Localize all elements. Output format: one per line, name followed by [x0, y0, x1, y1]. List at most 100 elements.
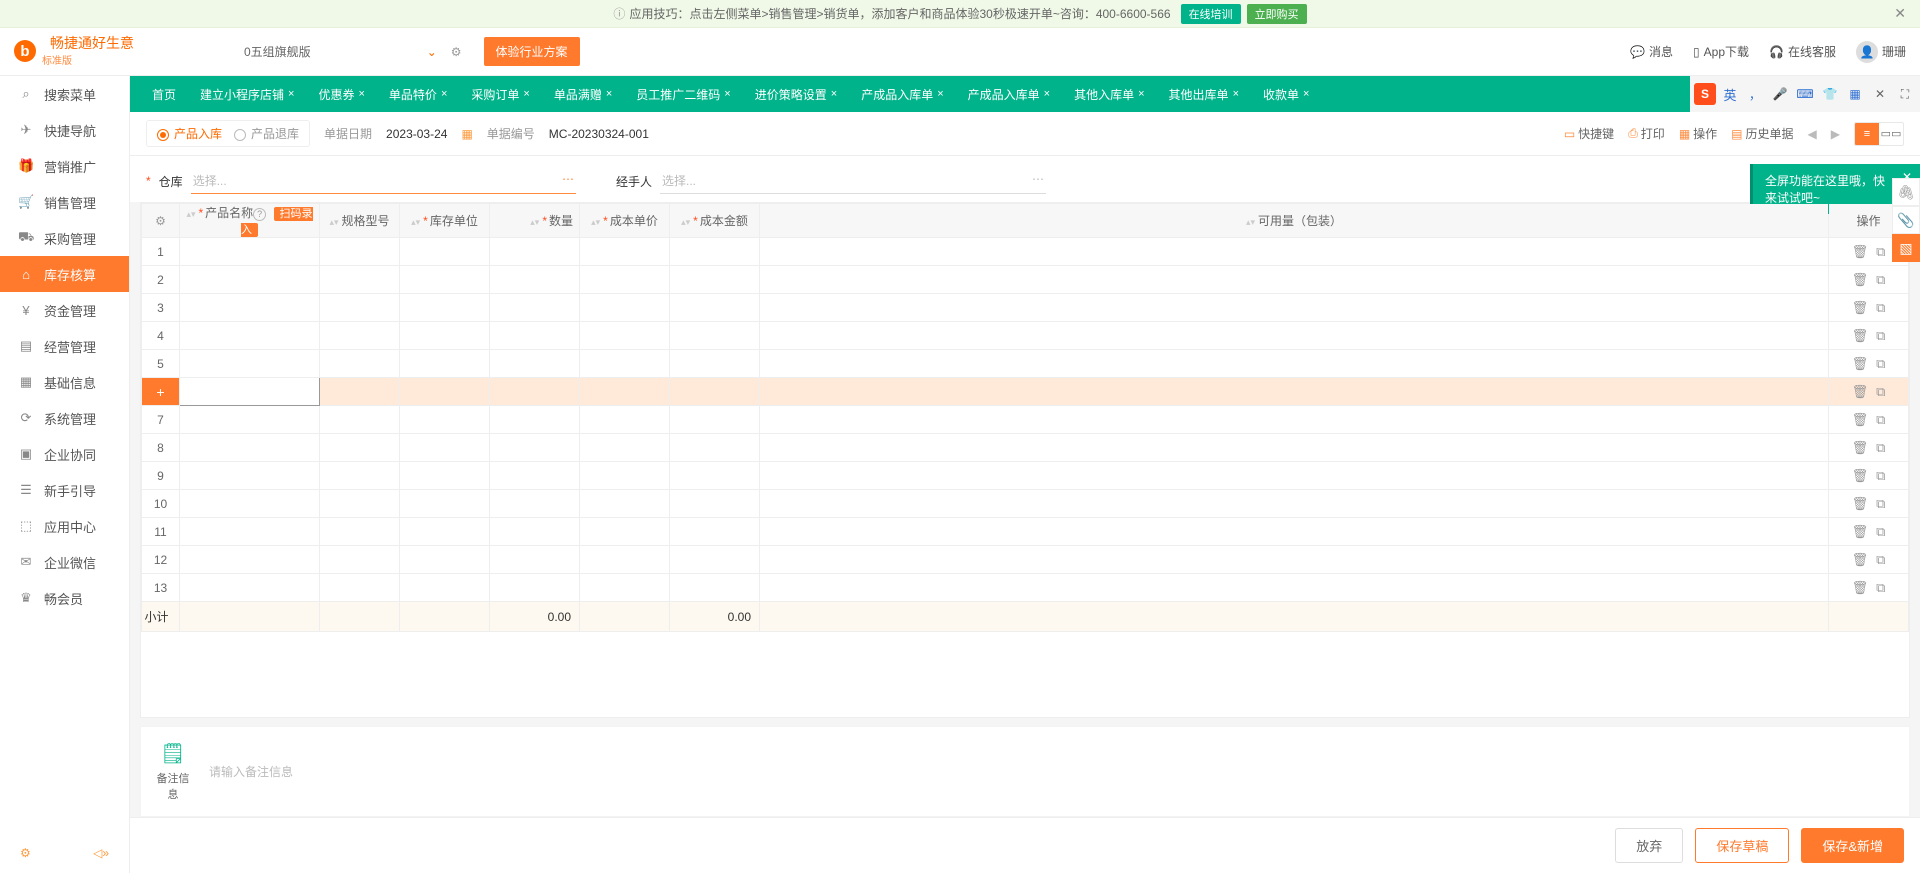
col-unit[interactable]: 库存单位 [430, 214, 478, 228]
ime-close-icon[interactable]: ✕ [1869, 83, 1891, 105]
tool-history[interactable]: ▤历史单据 [1731, 125, 1793, 142]
tab-close-icon[interactable]: × [724, 88, 730, 100]
radio-product-out[interactable]: 产品退库 [234, 125, 299, 142]
sidebar-item-4[interactable]: ⛟采购管理 [0, 220, 129, 256]
tab-close-icon[interactable]: × [1138, 88, 1144, 100]
tab-close-icon[interactable]: × [1044, 88, 1050, 100]
header-msg[interactable]: 💬消息 [1630, 43, 1673, 60]
delete-icon[interactable]: 🗑 [1852, 412, 1869, 427]
tab-close-icon[interactable]: × [523, 88, 529, 100]
nav-tab-1[interactable]: 建立小程序店铺× [188, 76, 306, 112]
tab-close-icon[interactable]: × [358, 88, 364, 100]
banner-close-icon[interactable]: ✕ [1894, 5, 1906, 22]
nav-tab-3[interactable]: 单品特价× [377, 76, 459, 112]
gear-icon[interactable]: ⚙ [451, 45, 462, 59]
table-row[interactable]: +🗑⧉ [142, 378, 1909, 406]
tool-ops[interactable]: ▦操作 [1679, 125, 1717, 142]
table-row[interactable]: 2🗑⧉ [142, 266, 1909, 294]
delete-icon[interactable]: 🗑 [1852, 272, 1869, 287]
delete-icon[interactable]: 🗑 [1852, 300, 1869, 315]
delete-icon[interactable]: 🗑 [1852, 552, 1869, 567]
table-row[interactable]: 8🗑⧉ [142, 434, 1909, 462]
header-service[interactable]: 🎧在线客服 [1769, 43, 1836, 60]
table-row[interactable]: 1🗑⧉ [142, 238, 1909, 266]
ime-expand-icon[interactable]: ⛶ [1894, 83, 1916, 105]
copy-icon[interactable]: ⧉ [1876, 552, 1885, 567]
gear-icon[interactable]: ⚙ [155, 214, 166, 228]
tab-close-icon[interactable]: × [288, 88, 294, 100]
table-row[interactable]: 7🗑⧉ [142, 406, 1909, 434]
col-product[interactable]: 产品名称 [205, 206, 253, 220]
add-row-icon[interactable]: + [152, 383, 170, 401]
tool-hotkey[interactable]: ▭快捷键 [1564, 125, 1614, 142]
float-image-icon[interactable]: ▧ [1892, 234, 1920, 262]
copy-icon[interactable]: ⧉ [1876, 272, 1885, 287]
sidebar-item-13[interactable]: ✉企业微信 [0, 544, 129, 580]
copy-icon[interactable]: ⧉ [1876, 580, 1885, 595]
nav-tab-11[interactable]: 其他出库单× [1157, 76, 1251, 112]
float-attach-icon[interactable]: 📎 [1892, 206, 1920, 234]
btn-training[interactable]: 在线培训 [1181, 4, 1241, 24]
sidebar-item-8[interactable]: ▦基础信息 [0, 364, 129, 400]
delete-icon[interactable]: 🗑 [1852, 356, 1869, 371]
sidebar-item-7[interactable]: ▤经营管理 [0, 328, 129, 364]
copy-icon[interactable]: ⧉ [1876, 356, 1885, 371]
sidebar-item-11[interactable]: ☰新手引导 [0, 472, 129, 508]
help-icon[interactable]: ? [253, 208, 266, 221]
table-row[interactable]: 12🗑⧉ [142, 546, 1909, 574]
lookup-icon[interactable]: ⋯ [1032, 172, 1044, 189]
ime-lang[interactable]: 英 [1719, 83, 1741, 105]
handler-input[interactable]: 选择... ⋯ [660, 168, 1046, 194]
date-value[interactable]: 2023-03-24 [386, 127, 447, 141]
copy-icon[interactable]: ⧉ [1876, 328, 1885, 343]
sidebar-item-10[interactable]: ▣企业协同 [0, 436, 129, 472]
btn-buy[interactable]: 立即购买 [1247, 4, 1307, 24]
sidebar-item-3[interactable]: 🛒销售管理 [0, 184, 129, 220]
ime-comma-icon[interactable]: ， [1744, 83, 1766, 105]
sidebar-item-1[interactable]: ✈快捷导航 [0, 112, 129, 148]
btn-discard[interactable]: 放弃 [1615, 828, 1683, 863]
table-row[interactable]: 4🗑⧉ [142, 322, 1909, 350]
copy-icon[interactable]: ⧉ [1876, 440, 1885, 455]
tab-close-icon[interactable]: × [441, 88, 447, 100]
next-icon[interactable]: ▶ [1831, 127, 1840, 141]
sogou-icon[interactable]: S [1694, 83, 1716, 105]
nav-tab-2[interactable]: 优惠券× [306, 76, 376, 112]
col-qty[interactable]: 数量 [549, 214, 573, 228]
btn-trial-plan[interactable]: 体验行业方案 [484, 37, 580, 66]
table-row[interactable]: 3🗑⧉ [142, 294, 1909, 322]
sidebar-item-9[interactable]: ⟳系统管理 [0, 400, 129, 436]
nav-tab-5[interactable]: 单品满赠× [542, 76, 624, 112]
sidebar-item-2[interactable]: 🎁营销推广 [0, 148, 129, 184]
table-row[interactable]: 9🗑⧉ [142, 462, 1909, 490]
copy-icon[interactable]: ⧉ [1876, 244, 1885, 259]
col-amount[interactable]: 成本金额 [700, 214, 748, 228]
sidebar-item-5[interactable]: ⌂库存核算 [0, 256, 129, 292]
col-spec[interactable]: 规格型号 [342, 214, 390, 228]
tab-close-icon[interactable]: × [1233, 88, 1239, 100]
prev-icon[interactable]: ◀ [1808, 127, 1817, 141]
ime-keyboard-icon[interactable]: ⌨ [1794, 83, 1816, 105]
nav-tab-6[interactable]: 员工推广二维码× [624, 76, 742, 112]
table-row[interactable]: 5🗑⧉ [142, 350, 1909, 378]
tab-close-icon[interactable]: × [937, 88, 943, 100]
ime-grid-icon[interactable]: ▦ [1844, 83, 1866, 105]
col-available[interactable]: 可用量（包装） [1258, 214, 1342, 228]
sidebar-item-0[interactable]: ⌕搜索菜单 [0, 76, 129, 112]
nav-tab-12[interactable]: 收款单× [1251, 76, 1321, 112]
col-price[interactable]: 成本单价 [610, 214, 658, 228]
tab-close-icon[interactable]: × [1303, 88, 1309, 100]
nav-tab-8[interactable]: 产成品入库单× [849, 76, 955, 112]
nav-tab-0[interactable]: 首页 [140, 76, 188, 112]
nav-tab-10[interactable]: 其他入库单× [1062, 76, 1156, 112]
org-selector[interactable]: 0五组旗舰版 ⌄ ⚙ [244, 43, 462, 60]
delete-icon[interactable]: 🗑 [1852, 468, 1869, 483]
settings-icon[interactable]: ⚙ [20, 846, 31, 860]
delete-icon[interactable]: 🗑 [1852, 496, 1869, 511]
tab-close-icon[interactable]: × [831, 88, 837, 100]
collapse-icon[interactable]: ◁» [93, 846, 109, 860]
copy-icon[interactable]: ⧉ [1876, 384, 1885, 399]
btn-save-new[interactable]: 保存&新增 [1801, 828, 1904, 863]
view-list-icon[interactable]: ≡ [1855, 123, 1879, 145]
remark-input[interactable]: 请输入备注信息 [209, 763, 293, 780]
